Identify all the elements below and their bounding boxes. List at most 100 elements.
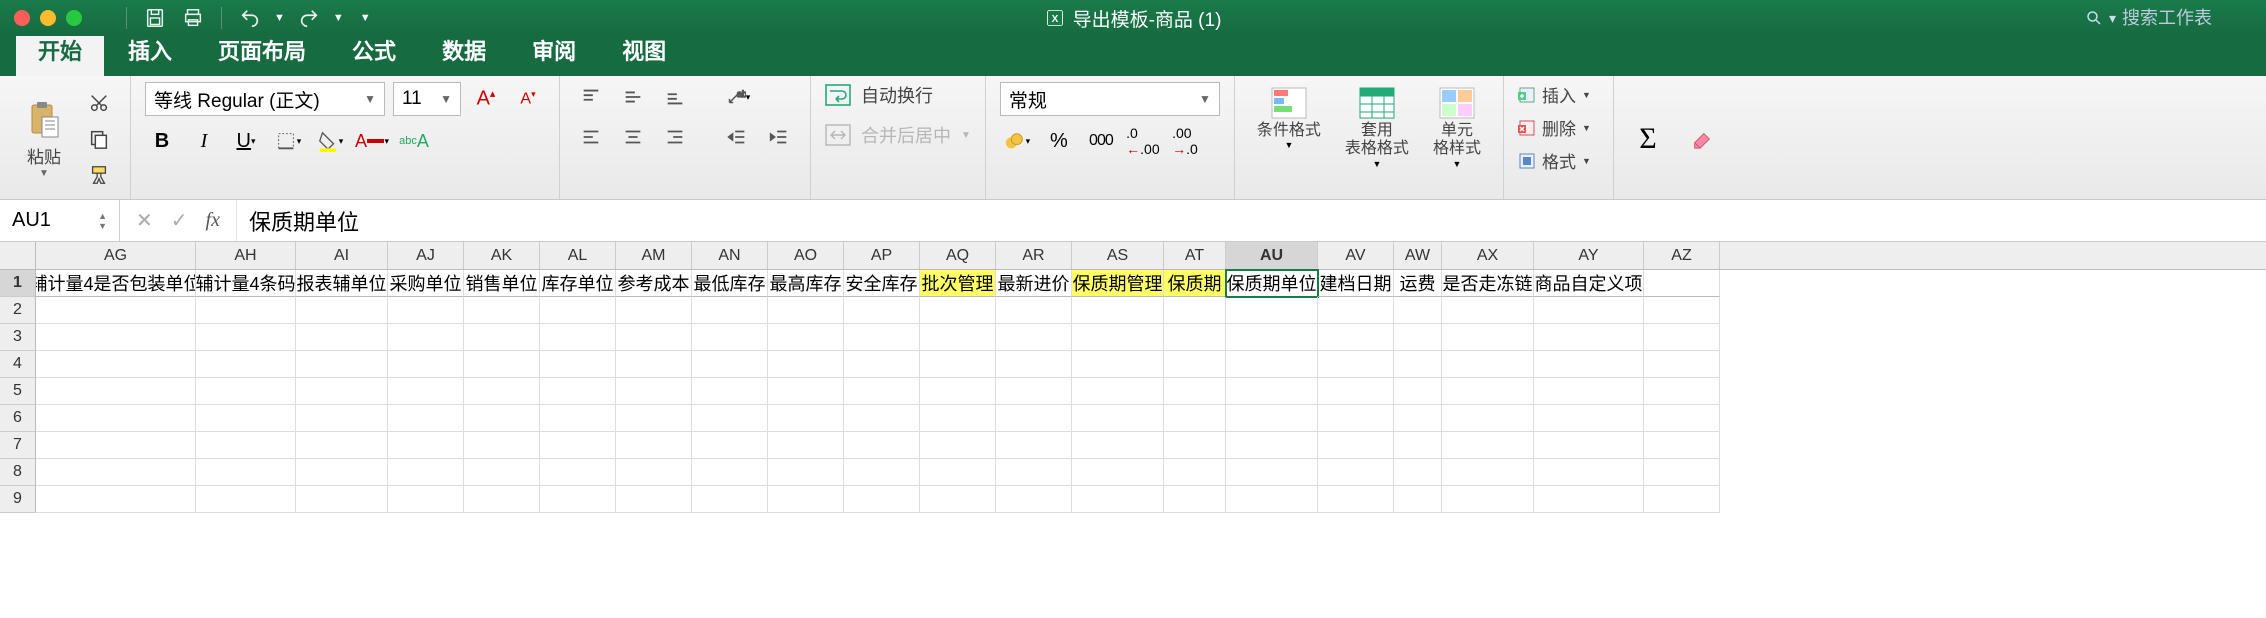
cell-AR4[interactable]: [996, 351, 1072, 378]
accept-formula-icon[interactable]: ✓: [171, 208, 188, 233]
col-header-AK[interactable]: AK: [464, 242, 540, 269]
percent-icon[interactable]: %: [1042, 126, 1076, 156]
cell-AJ3[interactable]: [388, 324, 464, 351]
cell-AG6[interactable]: [36, 405, 196, 432]
row-header-9[interactable]: 9: [0, 486, 36, 513]
cell-AG7[interactable]: [36, 432, 196, 459]
cell-AL7[interactable]: [540, 432, 616, 459]
cell-AX6[interactable]: [1442, 405, 1534, 432]
cell-AN6[interactable]: [692, 405, 768, 432]
border-button[interactable]: ▾: [271, 126, 305, 156]
cell-AZ4[interactable]: [1644, 351, 1720, 378]
align-bottom-icon[interactable]: [658, 82, 692, 112]
cell-AP6[interactable]: [844, 405, 920, 432]
cell-AT3[interactable]: [1164, 324, 1226, 351]
cell-AP1[interactable]: 安全库存: [844, 270, 920, 297]
cell-AI7[interactable]: [296, 432, 388, 459]
cell-AQ6[interactable]: [920, 405, 996, 432]
cell-AJ1[interactable]: 采购单位: [388, 270, 464, 297]
cell-AK9[interactable]: [464, 486, 540, 513]
row-header-4[interactable]: 4: [0, 351, 36, 378]
cell-AQ2[interactable]: [920, 297, 996, 324]
cell-AK3[interactable]: [464, 324, 540, 351]
cell-AS2[interactable]: [1072, 297, 1164, 324]
cell-AK8[interactable]: [464, 459, 540, 486]
cell-AQ4[interactable]: [920, 351, 996, 378]
cell-AP5[interactable]: [844, 378, 920, 405]
cell-AL6[interactable]: [540, 405, 616, 432]
cell-AO8[interactable]: [768, 459, 844, 486]
cell-AX3[interactable]: [1442, 324, 1534, 351]
cell-AT8[interactable]: [1164, 459, 1226, 486]
cell-AS6[interactable]: [1072, 405, 1164, 432]
cell-AW6[interactable]: [1394, 405, 1442, 432]
col-header-AJ[interactable]: AJ: [388, 242, 464, 269]
align-middle-icon[interactable]: [616, 82, 650, 112]
cell-AN3[interactable]: [692, 324, 768, 351]
indent-decrease-icon[interactable]: [720, 122, 754, 152]
font-size-combo[interactable]: 11▼: [393, 82, 461, 116]
cell-AX9[interactable]: [1442, 486, 1534, 513]
col-header-AI[interactable]: AI: [296, 242, 388, 269]
cell-AH2[interactable]: [196, 297, 296, 324]
formula-input[interactable]: 保质期单位: [236, 200, 2266, 241]
cell-AO3[interactable]: [768, 324, 844, 351]
cell-AL9[interactable]: [540, 486, 616, 513]
cell-AN8[interactable]: [692, 459, 768, 486]
cell-AI4[interactable]: [296, 351, 388, 378]
cell-AU4[interactable]: [1226, 351, 1318, 378]
indent-increase-icon[interactable]: [762, 122, 796, 152]
cell-AU3[interactable]: [1226, 324, 1318, 351]
cell-AW4[interactable]: [1394, 351, 1442, 378]
number-format-combo[interactable]: 常规▼: [1000, 82, 1220, 116]
currency-icon[interactable]: ▾: [1000, 126, 1034, 156]
row-header-2[interactable]: 2: [0, 297, 36, 324]
merge-center-button[interactable]: 合并后居中 ▼: [825, 122, 971, 148]
cell-AW8[interactable]: [1394, 459, 1442, 486]
cell-AX7[interactable]: [1442, 432, 1534, 459]
cell-AO2[interactable]: [768, 297, 844, 324]
cell-AR8[interactable]: [996, 459, 1072, 486]
cell-AV2[interactable]: [1318, 297, 1394, 324]
qat-customize[interactable]: ▼: [360, 12, 371, 24]
cell-AS9[interactable]: [1072, 486, 1164, 513]
cell-AP8[interactable]: [844, 459, 920, 486]
cell-AW9[interactable]: [1394, 486, 1442, 513]
cell-AQ8[interactable]: [920, 459, 996, 486]
cell-AJ8[interactable]: [388, 459, 464, 486]
cell-AQ7[interactable]: [920, 432, 996, 459]
cell-AW1[interactable]: 运费: [1394, 270, 1442, 297]
align-top-icon[interactable]: [574, 82, 608, 112]
increase-decimal-icon[interactable]: .0←.00: [1126, 126, 1160, 156]
save-icon[interactable]: [141, 5, 169, 31]
wrap-text-button[interactable]: 自动换行: [825, 82, 971, 108]
cell-AW7[interactable]: [1394, 432, 1442, 459]
col-header-AU[interactable]: AU: [1226, 242, 1318, 269]
cell-AI8[interactable]: [296, 459, 388, 486]
cell-AT1[interactable]: 保质期: [1164, 270, 1226, 297]
grow-font-icon[interactable]: A▴: [469, 84, 503, 114]
col-header-AW[interactable]: AW: [1394, 242, 1442, 269]
cell-AP4[interactable]: [844, 351, 920, 378]
cell-AJ9[interactable]: [388, 486, 464, 513]
cell-AV3[interactable]: [1318, 324, 1394, 351]
cell-AT5[interactable]: [1164, 378, 1226, 405]
cell-AO1[interactable]: 最高库存: [768, 270, 844, 297]
cell-AR7[interactable]: [996, 432, 1072, 459]
italic-button[interactable]: I: [187, 126, 221, 156]
cell-AK2[interactable]: [464, 297, 540, 324]
cell-AS4[interactable]: [1072, 351, 1164, 378]
cell-AP2[interactable]: [844, 297, 920, 324]
cell-AM6[interactable]: [616, 405, 692, 432]
cell-AI6[interactable]: [296, 405, 388, 432]
cell-AN2[interactable]: [692, 297, 768, 324]
cell-AV1[interactable]: 建档日期: [1318, 270, 1394, 297]
cell-AG2[interactable]: [36, 297, 196, 324]
orientation-icon[interactable]: ab▾: [720, 82, 754, 112]
cell-AZ9[interactable]: [1644, 486, 1720, 513]
cell-AU8[interactable]: [1226, 459, 1318, 486]
cell-AY9[interactable]: [1534, 486, 1644, 513]
cell-AK7[interactable]: [464, 432, 540, 459]
cell-AT9[interactable]: [1164, 486, 1226, 513]
col-header-AL[interactable]: AL: [540, 242, 616, 269]
